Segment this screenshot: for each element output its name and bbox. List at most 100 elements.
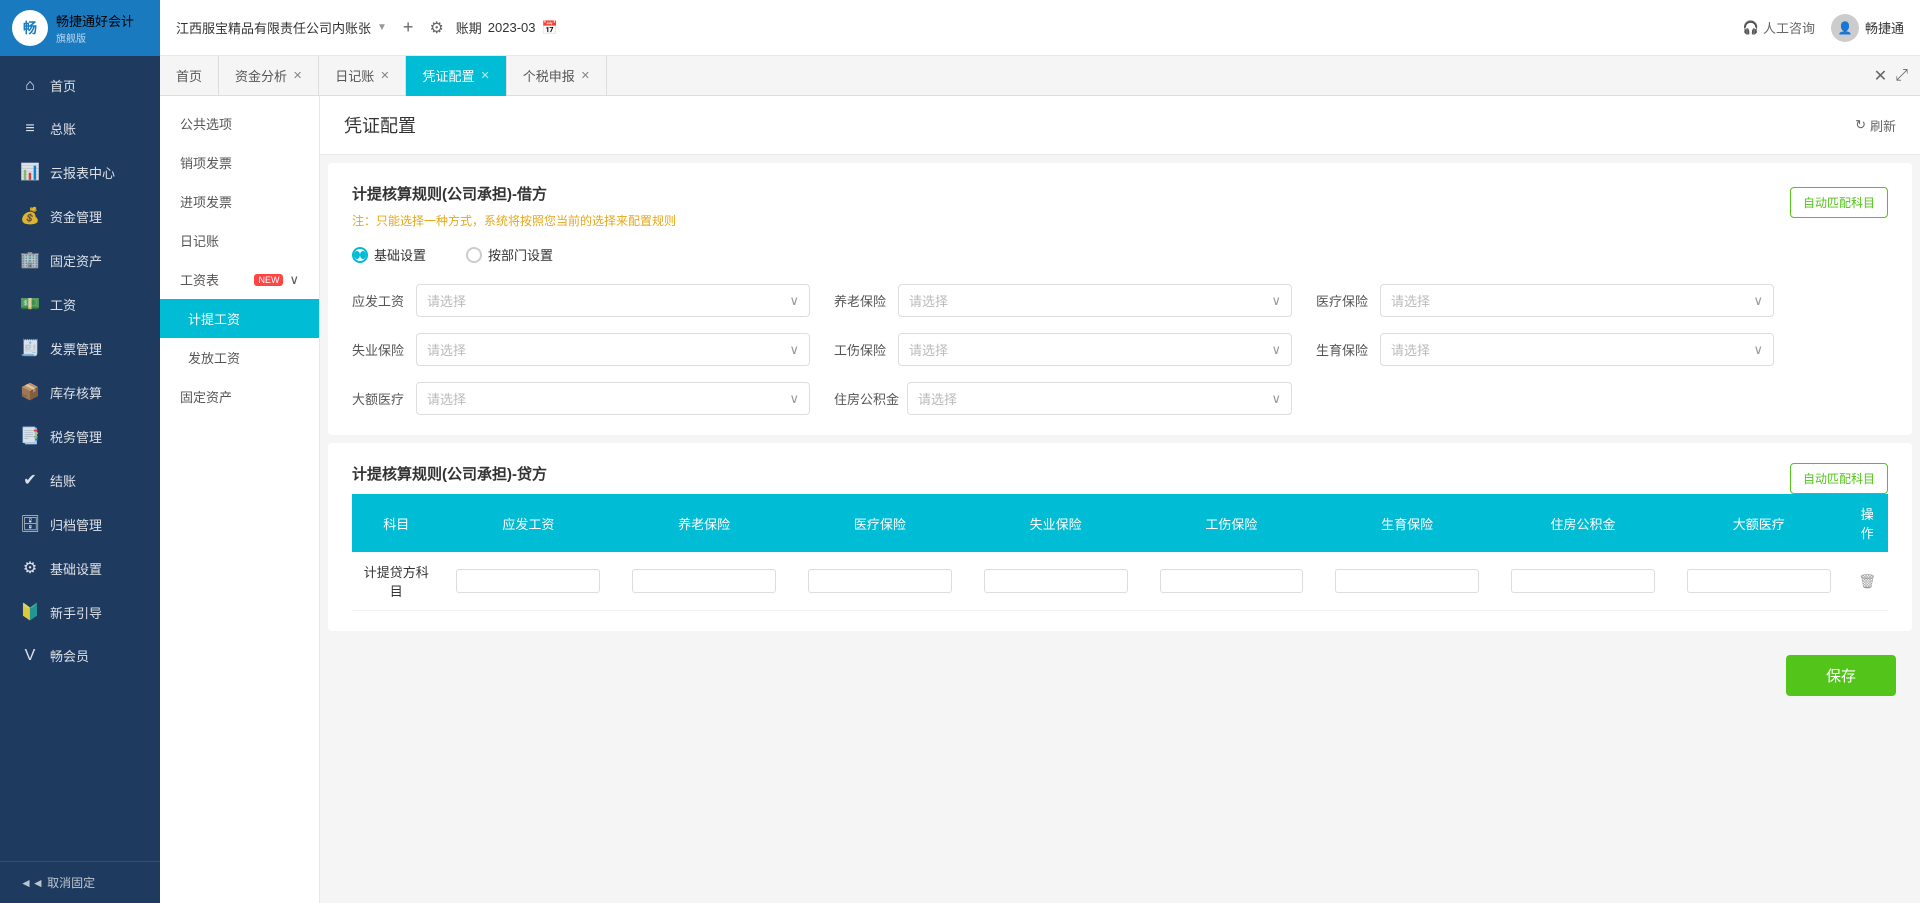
tab-tax-report-close[interactable]: ✕ — [581, 69, 590, 82]
refresh-label: 刷新 — [1870, 116, 1896, 135]
radio-basic[interactable]: 基础设置 — [352, 245, 426, 264]
sidebar-item-ledger[interactable]: ≡ 总账 — [0, 107, 160, 150]
form-select-shiye[interactable]: 请选择 ∨ — [416, 333, 810, 366]
form-select-yiliao[interactable]: 请选择 ∨ — [1380, 284, 1774, 317]
form-select-yingfa[interactable]: 请选择 ∨ — [416, 284, 810, 317]
form-select-zhufang[interactable]: 请选择 ∨ — [907, 382, 1292, 415]
input-yiliao[interactable] — [808, 569, 952, 593]
menu-label-purchase: 进项发票 — [180, 195, 232, 210]
tab-funds[interactable]: 资金分析 ✕ — [219, 56, 319, 96]
input-zhufang[interactable] — [1511, 569, 1655, 593]
tab-journal-label: 日记账 — [335, 66, 374, 85]
radio-dept[interactable]: 按部门设置 — [466, 245, 553, 264]
sidebar-item-reports[interactable]: 📊 云报表中心 — [0, 150, 160, 194]
sidebar-label-reports: 云报表中心 — [50, 163, 115, 182]
left-menu: 公共选项 销项发票 进项发票 日记账 工资表 NEW ∨ 计提工资 — [160, 96, 320, 903]
cell-yanglao — [616, 552, 792, 611]
tab-tax-report[interactable]: 个税申报 ✕ — [507, 56, 607, 96]
input-shengyu[interactable] — [1335, 569, 1479, 593]
menu-item-purchase[interactable]: 进项发票 — [160, 182, 319, 221]
form-label-dayi: 大额医疗 — [352, 389, 408, 408]
debit-auto-match-button[interactable]: 自动匹配科目 — [1790, 187, 1888, 218]
menu-item-journal[interactable]: 日记账 — [160, 221, 319, 260]
sidebar-item-salary[interactable]: 💵 工资 — [0, 282, 160, 326]
form-item-yanglao: 养老保险 请选择 ∨ — [834, 284, 1292, 317]
debit-section-note: 注：只能选择一种方式，系统将按照您当前的选择来配置规则 — [352, 212, 1774, 229]
topbar-right: 🎧 人工咨询 👤 畅捷通 — [1743, 14, 1904, 42]
col-header-gongshang: 工伤保险 — [1144, 494, 1320, 552]
close-window-icon[interactable]: ✕ — [1874, 66, 1887, 86]
sidebar-item-guide[interactable]: 🔰 新手引导 — [0, 590, 160, 634]
sidebar-item-assets[interactable]: 🏢 固定资产 — [0, 238, 160, 282]
panel-title: 凭证配置 — [344, 112, 416, 138]
col-header-shiye: 失业保险 — [968, 494, 1144, 552]
tax-icon: 📑 — [20, 426, 40, 446]
input-shiye[interactable] — [984, 569, 1128, 593]
row-label: 计提贷方科目 — [352, 552, 440, 611]
menu-item-sales[interactable]: 销项发票 — [160, 143, 319, 182]
form-select-shengyu[interactable]: 请选择 ∨ — [1380, 333, 1774, 366]
radio-dept-circle — [466, 247, 482, 263]
cancel-pin-label: ◄◄ 取消固定 — [20, 874, 95, 891]
form-select-yanglao[interactable]: 请选择 ∨ — [898, 284, 1292, 317]
tab-journal[interactable]: 日记账 ✕ — [319, 56, 406, 96]
form-placeholder-zhufang: 请选择 — [918, 389, 957, 408]
tab-voucher-config[interactable]: 凭证配置 ✕ — [406, 56, 506, 96]
save-button[interactable]: 保存 — [1786, 655, 1896, 696]
cancel-pin-button[interactable]: ◄◄ 取消固定 — [0, 861, 160, 903]
menu-item-public[interactable]: 公共选项 — [160, 104, 319, 143]
menu-label-pay-salary: 发放工资 — [188, 351, 240, 366]
sidebar-item-funds[interactable]: 💰 资金管理 — [0, 194, 160, 238]
menu-sub-item-pay-salary[interactable]: 发放工资 — [160, 338, 319, 377]
input-gongshang[interactable] — [1160, 569, 1304, 593]
logo-title: 畅捷通好会计 — [56, 11, 134, 30]
tab-voucher-config-close[interactable]: ✕ — [481, 69, 490, 82]
company-selector[interactable]: 江西服宝精品有限责任公司内账张 ▼ — [176, 18, 387, 37]
menu-label-calc-salary: 计提工资 — [188, 312, 240, 327]
sidebar-item-archive[interactable]: 🗄 归档管理 — [0, 502, 160, 546]
sidebar-item-inventory[interactable]: 📦 库存核算 — [0, 370, 160, 414]
sidebar-item-home[interactable]: ⌂ 首页 — [0, 64, 160, 107]
tab-home[interactable]: 首页 — [160, 56, 219, 96]
form-select-gongshang[interactable]: 请选择 ∨ — [898, 333, 1292, 366]
cell-zhufang — [1495, 552, 1671, 611]
sidebar-item-invoice[interactable]: 🧾 发票管理 — [0, 326, 160, 370]
input-yingfa[interactable] — [456, 569, 600, 593]
debit-section-content: 计提核算规则(公司承担)-借方 注：只能选择一种方式，系统将按照您当前的选择来配… — [352, 183, 1774, 415]
menu-item-fixed-assets[interactable]: 固定资产 — [160, 377, 319, 416]
form-placeholder-yanglao: 请选择 — [909, 291, 948, 310]
input-yanglao[interactable] — [632, 569, 776, 593]
form-placeholder-yingfa: 请选择 — [427, 291, 466, 310]
credit-table: 科目 应发工资 养老保险 医疗保险 失业保险 工伤保险 生育保险 住房公积金 大… — [352, 494, 1888, 611]
cell-action: 🗑 — [1847, 552, 1888, 611]
form-select-dayi[interactable]: 请选择 ∨ — [416, 382, 810, 415]
tab-journal-close[interactable]: ✕ — [380, 69, 389, 82]
input-dayi[interactable] — [1687, 569, 1831, 593]
user-menu[interactable]: 👤 畅捷通 — [1831, 14, 1904, 42]
select-chevron-yiliao: ∨ — [1753, 293, 1763, 309]
service-button[interactable]: 🎧 人工咨询 — [1743, 18, 1815, 37]
avatar: 👤 — [1831, 14, 1859, 42]
cell-gongshang — [1144, 552, 1320, 611]
credit-section: 计提核算规则(公司承担)-贷方 自动匹配科目 科目 应发工资 养老保险 医疗保险… — [328, 443, 1912, 631]
sidebar-item-tax[interactable]: 📑 税务管理 — [0, 414, 160, 458]
sidebar-item-settings[interactable]: ⚙ 基础设置 — [0, 546, 160, 590]
delete-row-icon[interactable]: 🗑 — [1858, 573, 1876, 589]
credit-auto-match-button[interactable]: 自动匹配科目 — [1790, 463, 1888, 494]
tab-funds-close[interactable]: ✕ — [293, 69, 302, 82]
refresh-button[interactable]: ↻ 刷新 — [1855, 116, 1896, 135]
add-tab-button[interactable]: + — [399, 17, 418, 38]
menu-group-salary-table[interactable]: 工资表 NEW ∨ — [160, 260, 319, 299]
col-header-yingfa: 应发工资 — [440, 494, 616, 552]
settings-gear-icon[interactable]: ⚙ — [429, 18, 443, 38]
maximize-icon[interactable]: ⤢ — [1895, 67, 1908, 85]
sidebar-item-member[interactable]: V 畅会员 — [0, 634, 160, 677]
debit-section-title: 计提核算规则(公司承担)-借方 — [352, 183, 1774, 204]
sidebar-item-close[interactable]: ✔ 结账 — [0, 458, 160, 502]
menu-sub-item-calc-salary[interactable]: 计提工资 — [160, 299, 319, 338]
main-area: 江西服宝精品有限责任公司内账张 ▼ + ⚙ 账期 2023-03 📅 🎧 人工咨… — [160, 0, 1920, 903]
reports-icon: 📊 — [20, 162, 40, 182]
form-placeholder-yiliao: 请选择 — [1391, 291, 1430, 310]
logo-text-block: 畅捷通好会计 旗舰版 — [56, 11, 134, 45]
calendar-icon[interactable]: 📅 — [542, 20, 558, 36]
